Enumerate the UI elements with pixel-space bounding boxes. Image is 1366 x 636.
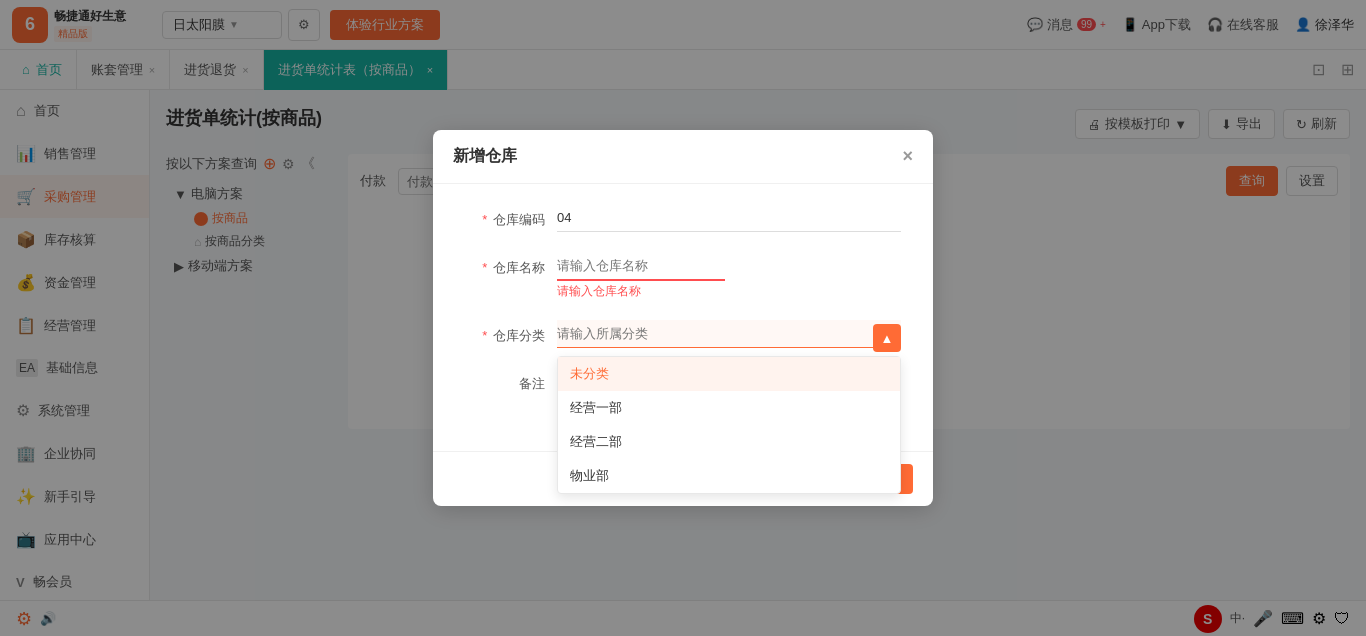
dialog-close-button[interactable]: × [902, 146, 913, 167]
required-star: * [482, 212, 487, 227]
dialog-header: 新增仓库 × [433, 130, 933, 184]
dropdown-option-dept1[interactable]: 经营一部 [558, 391, 900, 425]
modal-overlay[interactable]: 新增仓库 × * 仓库编码 * 仓库名称 [0, 0, 1366, 636]
dropdown-option-uncategorized[interactable]: 未分类 [558, 357, 900, 391]
warehouse-code-input[interactable] [557, 204, 901, 232]
category-label: * 仓库分类 [465, 320, 545, 345]
category-input-wrap: ▲ 未分类 经营一部 经营二部 物业部 [557, 320, 901, 348]
dropdown-option-dept2[interactable]: 经营二部 [558, 425, 900, 459]
form-row-category: * 仓库分类 ▲ 未分类 经营一部 经营二部 物业部 [465, 320, 901, 348]
category-toggle-button[interactable]: ▲ [873, 324, 901, 352]
code-label: * 仓库编码 [465, 204, 545, 229]
required-star-category: * [482, 328, 487, 343]
category-input[interactable] [557, 320, 901, 348]
name-error-message: 请输入仓库名称 [557, 283, 725, 300]
form-row-name: * 仓库名称 请输入仓库名称 [465, 252, 901, 300]
warehouse-name-input[interactable] [557, 252, 725, 281]
remark-label: 备注 [465, 368, 545, 393]
dialog-body: * 仓库编码 * 仓库名称 请输入仓库名称 [433, 184, 933, 451]
form-row-code: * 仓库编码 [465, 204, 901, 232]
dialog-title: 新增仓库 [453, 146, 517, 167]
dropdown-option-property[interactable]: 物业部 [558, 459, 900, 493]
name-row-inner: * 仓库名称 请输入仓库名称 [465, 252, 725, 300]
add-warehouse-dialog: 新增仓库 × * 仓库编码 * 仓库名称 [433, 130, 933, 506]
name-label: * 仓库名称 [465, 252, 545, 277]
required-star-name: * [482, 260, 487, 275]
category-dropdown: 未分类 经营一部 经营二部 物业部 [557, 356, 901, 494]
name-input-wrap: 请输入仓库名称 [557, 252, 725, 300]
